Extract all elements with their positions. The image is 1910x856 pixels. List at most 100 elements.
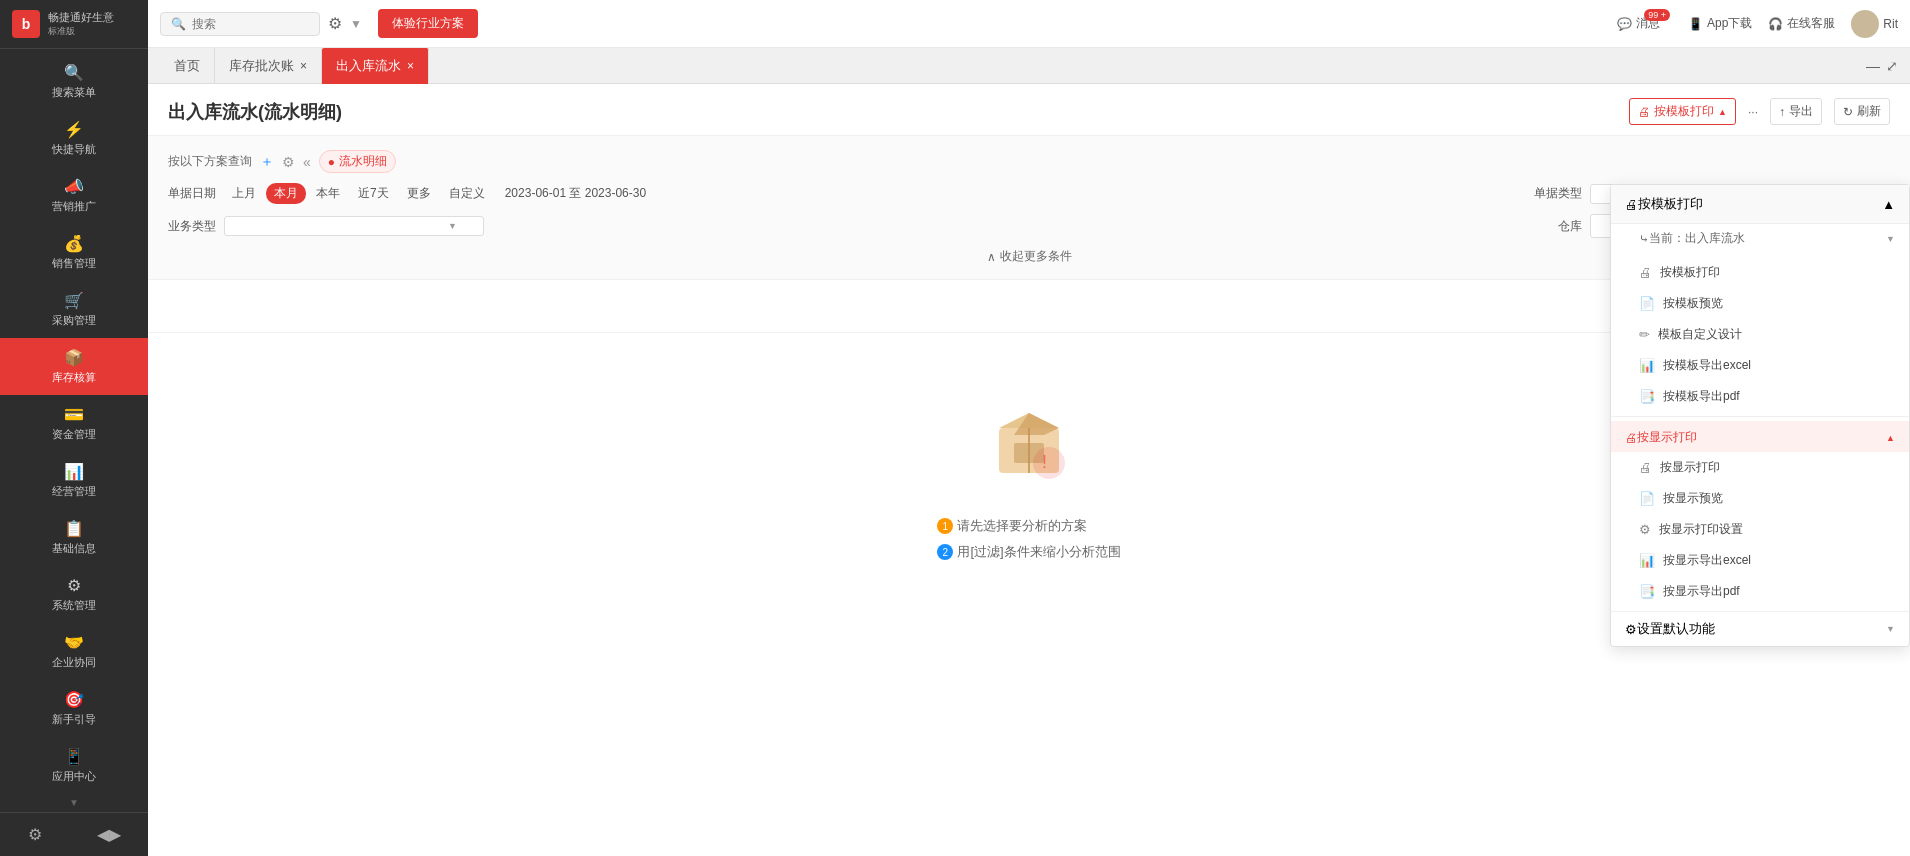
message-item[interactable]: 💬 消息 99 + [1617, 15, 1660, 32]
dropdown-item-template-custom[interactable]: ✏ 模板自定义设计 [1611, 319, 1909, 350]
sidebar-item-system[interactable]: ⚙ 系统管理 [0, 566, 148, 623]
tab-batch-account-label: 库存批次账 [229, 57, 294, 75]
display-export-pdf-icon: 📑 [1639, 584, 1655, 599]
search-icon: 🔍 [64, 63, 84, 82]
user-avatar [1851, 10, 1879, 38]
template-export-pdf-label: 按模板导出pdf [1663, 388, 1740, 405]
tab-minimize-icon[interactable]: — [1866, 58, 1880, 74]
template-print-chevron-up-icon: ▲ [1718, 107, 1727, 117]
settings-gear-icon[interactable]: ⚙ [28, 825, 42, 844]
search-label-text: 按以下方案查询 [168, 153, 252, 170]
template-custom-icon: ✏ [1639, 327, 1650, 342]
sidebar-item-sales[interactable]: 💰 销售管理 [0, 224, 148, 281]
display-print-settings-icon: ⚙ [1639, 522, 1651, 537]
basic-icon: 📋 [64, 519, 84, 538]
export-btn[interactable]: ↑ 导出 [1770, 98, 1822, 125]
user-profile-item[interactable]: Rit [1851, 10, 1898, 38]
dropdown-header-icon: 🖨 [1625, 197, 1638, 212]
topbar: 🔍 ⚙ ▼ 体验行业方案 💬 消息 99 + 📱 App下载 🎧 在线客服 [148, 0, 1910, 48]
sidebar-label-business: 经营管理 [52, 484, 96, 499]
sidebar-item-quicknav[interactable]: ⚡ 快捷导航 [0, 110, 148, 167]
sidebar-item-business[interactable]: 📊 经营管理 [0, 452, 148, 509]
industry-btn[interactable]: 体验行业方案 [378, 9, 478, 38]
topbar-search-input[interactable] [192, 17, 309, 31]
finance-icon: 💳 [64, 405, 84, 424]
sidebar-label-inventory: 库存核算 [52, 370, 96, 385]
logo-icon: b [12, 10, 40, 38]
filter-tag[interactable]: ● 流水明细 [319, 150, 396, 173]
dropdown-item-display-export-excel[interactable]: 📊 按显示导出excel [1611, 545, 1909, 576]
dropdown-item-display-print-settings[interactable]: ⚙ 按显示打印设置 [1611, 514, 1909, 545]
app-download-item[interactable]: 📱 App下载 [1688, 15, 1752, 32]
default-settings-icon: ⚙ [1625, 622, 1637, 637]
dropdown-item-display-preview[interactable]: 📄 按显示预览 [1611, 483, 1909, 514]
tab-inventory-flow-close[interactable]: × [407, 59, 414, 73]
svg-text:!: ! [1042, 452, 1047, 472]
sidebar-item-guide[interactable]: 🎯 新手引导 [0, 680, 148, 737]
main-area: 🔍 ⚙ ▼ 体验行业方案 💬 消息 99 + 📱 App下载 🎧 在线客服 [148, 0, 1910, 856]
search-left-chevron-icon[interactable]: « [303, 154, 311, 170]
sidebar-item-enterprise[interactable]: 🤝 企业协同 [0, 623, 148, 680]
tip1-text: 请先选择要分析的方案 [957, 517, 1087, 535]
dropdown-header: 🖨 按模板打印 ▲ [1611, 185, 1909, 224]
tab-home[interactable]: 首页 [160, 48, 215, 84]
date-tab-more[interactable]: 更多 [399, 183, 439, 204]
phone-icon: 📱 [1688, 17, 1703, 31]
page-content: 出入库流水(流水明细) 🖨 按模板打印 ▲ ··· ↑ 导出 ↻ 刷新 [148, 84, 1910, 856]
dropdown-item-display-export-pdf[interactable]: 📑 按显示导出pdf [1611, 576, 1909, 607]
display-export-excel-label: 按显示导出excel [1663, 552, 1751, 569]
template-print-btn[interactable]: 🖨 按模板打印 ▲ [1629, 98, 1736, 125]
online-service-item[interactable]: 🎧 在线客服 [1768, 15, 1835, 32]
dropdown-item-template-export-pdf[interactable]: 📑 按模板导出pdf [1611, 381, 1909, 412]
business-icon: 📊 [64, 462, 84, 481]
date-tab-thisyear[interactable]: 本年 [308, 183, 348, 204]
sidebar-item-marketing[interactable]: 📣 营销推广 [0, 167, 148, 224]
sidebar-label-sales: 销售管理 [52, 256, 96, 271]
more-options-icon[interactable]: ··· [1748, 105, 1758, 119]
marketing-icon: 📣 [64, 177, 84, 196]
refresh-btn[interactable]: ↻ 刷新 [1834, 98, 1890, 125]
sidebar-item-inventory[interactable]: 📦 库存核算 [0, 338, 148, 395]
dropdown-item-template-print[interactable]: 🖨 按模板打印 [1611, 257, 1909, 288]
dropdown-display-section: 🖨 按显示打印 ▲ 🖨 按显示打印 📄 按显示预览 ⚙ 按显示打印设置 [1611, 417, 1909, 612]
toggle-sidebar-icon[interactable]: ◀▶ [97, 825, 121, 844]
tab-batch-account[interactable]: 库存批次账 × [215, 48, 322, 84]
topbar-gear-icon[interactable]: ⚙ [328, 14, 342, 33]
template-export-excel-icon: 📊 [1639, 358, 1655, 373]
date-tab-thismonth[interactable]: 本月 [266, 183, 306, 204]
date-tab-lastmonth[interactable]: 上月 [224, 183, 264, 204]
date-tab-7days[interactable]: 近7天 [350, 183, 397, 204]
topbar-dropdown-icon[interactable]: ▼ [350, 17, 362, 31]
apps-icon: 📱 [64, 747, 84, 766]
search-add-btn[interactable]: ＋ [260, 153, 274, 171]
search-settings-icon[interactable]: ⚙ [282, 154, 295, 170]
sidebar-item-basic[interactable]: 📋 基础信息 [0, 509, 148, 566]
sidebar-label-quicknav: 快捷导航 [52, 142, 96, 157]
sidebar-item-search[interactable]: 🔍 搜索菜单 [0, 53, 148, 110]
topbar-right: 💬 消息 99 + 📱 App下载 🎧 在线客服 Rit [1617, 10, 1898, 38]
dropdown-default-section[interactable]: ⚙ 设置默认功能 ▼ [1611, 612, 1909, 646]
date-tab-custom[interactable]: 自定义 [441, 183, 493, 204]
dropdown-item-display-print[interactable]: 🖨 按显示打印 [1611, 452, 1909, 483]
sidebar-label-basic: 基础信息 [52, 541, 96, 556]
tab-expand-icon[interactable]: ⤢ [1886, 58, 1898, 74]
dropdown-template-section: 🖨 按模板打印 📄 按模板预览 ✏ 模板自定义设计 📊 按模板导出excel 📑 [1611, 253, 1909, 417]
current-template-chevron-down-icon: ▼ [1886, 234, 1895, 244]
export-label: 导出 [1789, 103, 1813, 120]
dropdown-item-template-export-excel[interactable]: 📊 按模板导出excel [1611, 350, 1909, 381]
quicknav-icon: ⚡ [64, 120, 84, 139]
sidebar-item-apps[interactable]: 📱 应用中心 [0, 737, 148, 793]
dropdown-display-section-header[interactable]: 🖨 按显示打印 ▲ [1611, 421, 1909, 452]
tab-inventory-flow[interactable]: 出入库流水 × [322, 48, 429, 84]
dropdown-item-template-preview[interactable]: 📄 按模板预览 [1611, 288, 1909, 319]
warehouse-label: 仓库 [1558, 218, 1582, 235]
app-download-label: App下载 [1707, 15, 1752, 32]
tab-batch-account-close[interactable]: × [300, 59, 307, 73]
sidebar-scroll-down[interactable]: ▼ [0, 793, 148, 812]
template-preview-label: 按模板预览 [1663, 295, 1723, 312]
biz-type-select[interactable]: ▼ [224, 216, 484, 236]
sidebar-label-search: 搜索菜单 [52, 85, 96, 100]
sidebar-item-finance[interactable]: 💳 资金管理 [0, 395, 148, 452]
topbar-search-box[interactable]: 🔍 [160, 12, 320, 36]
sidebar-item-purchase[interactable]: 🛒 采购管理 [0, 281, 148, 338]
